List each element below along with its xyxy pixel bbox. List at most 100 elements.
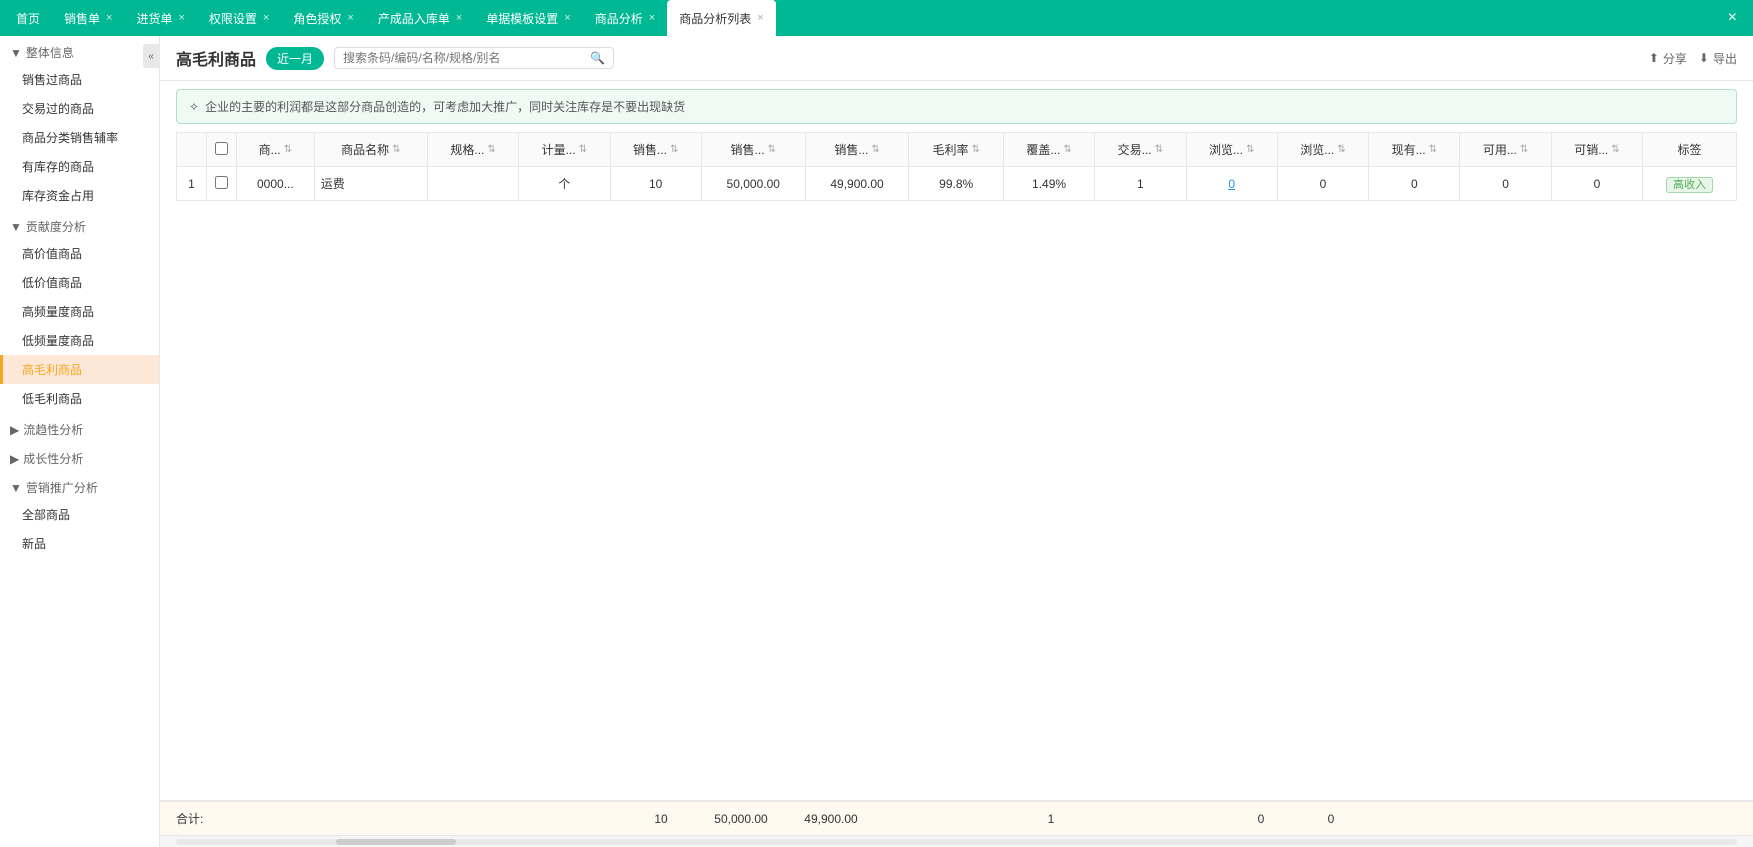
close-role-tab[interactable]: × [347, 12, 353, 24]
sidebar-item-low-freq[interactable]: 低频量度商品 [0, 326, 159, 355]
search-box: 🔍 [334, 47, 614, 69]
sort-available-icon[interactable]: ⇅ [1520, 144, 1528, 155]
header-actions: ⬆ 分享 ⬇ 导出 [1649, 50, 1737, 67]
close-analysis-list-tab[interactable]: × [757, 12, 763, 24]
th-checkbox [207, 133, 237, 167]
group-overall-arrow: ▼ [10, 46, 22, 60]
close-sales-tab[interactable]: × [106, 12, 112, 24]
nav-role-permission[interactable]: 角色授权 × [281, 0, 365, 36]
horizontal-scrollbar[interactable] [160, 835, 1753, 847]
cell-trade-count: 1 [1095, 167, 1186, 201]
th-unit: 计量... ⇅ [519, 133, 610, 167]
footer-sales-amt: 50,000.00 [696, 812, 786, 826]
nav-purchase[interactable]: 进货单 × [124, 0, 196, 36]
table-row: 1 0000... 运费 个 10 50,000.00 49,900.00 99… [177, 167, 1737, 201]
sort-sellable-icon[interactable]: ⇅ [1611, 144, 1619, 155]
th-margin-rate: 毛利率 ⇅ [909, 133, 1003, 167]
th-available: 可用... ⇅ [1460, 133, 1551, 167]
sort-marginrate-icon[interactable]: ⇅ [971, 144, 979, 155]
close-window-button[interactable]: × [1716, 9, 1749, 27]
cell-sellable: 0 [1551, 167, 1642, 201]
share-button[interactable]: ⬆ 分享 [1649, 50, 1687, 67]
info-icon: ✧ [189, 100, 199, 114]
sort-name-icon[interactable]: ⇅ [392, 144, 400, 155]
group-growth-arrow: ▶ [10, 452, 19, 466]
cell-num: 1 [177, 167, 207, 201]
th-code: 商... ⇅ [237, 133, 315, 167]
sort-currentstock-icon[interactable]: ⇅ [1429, 144, 1437, 155]
nav-home[interactable]: 首页 [4, 0, 52, 36]
cell-coverage: 1.49% [1003, 167, 1094, 201]
search-input[interactable] [343, 51, 590, 65]
main-area: « ▼ 整体信息 销售过商品 交易过的商品 商品分类销售辅率 有库存的商品 库存… [0, 36, 1753, 847]
sort-salesamt-icon[interactable]: ⇅ [768, 144, 776, 155]
sort-salesqty-icon[interactable]: ⇅ [670, 144, 678, 155]
sort-unit-icon[interactable]: ⇅ [579, 144, 587, 155]
export-button[interactable]: ⬇ 导出 [1699, 50, 1737, 67]
sidebar-item-low-margin[interactable]: 低毛利商品 [0, 384, 159, 413]
sidebar-item-high-value[interactable]: 高价值商品 [0, 239, 159, 268]
search-icon[interactable]: 🔍 [590, 51, 605, 65]
sidebar: « ▼ 整体信息 销售过商品 交易过的商品 商品分类销售辅率 有库存的商品 库存… [0, 36, 160, 847]
cell-current-stock: 0 [1369, 167, 1460, 201]
sort-salesprofit-icon[interactable]: ⇅ [871, 144, 879, 155]
sidebar-group-marketing[interactable]: ▼ 营销推广分析 [0, 471, 159, 500]
sidebar-item-high-freq[interactable]: 高频量度商品 [0, 297, 159, 326]
data-table: 商... ⇅ 商品名称 ⇅ 规格... [176, 132, 1737, 201]
group-trend-arrow: ▶ [10, 423, 19, 437]
sidebar-group-wealth[interactable]: ▼ 贡献度分析 [0, 210, 159, 239]
nav-product-analysis[interactable]: 商品分析 × [583, 0, 667, 36]
close-purchase-tab[interactable]: × [178, 12, 184, 24]
sort-browse2-icon[interactable]: ⇅ [1337, 144, 1345, 155]
table-body: 1 0000... 运费 个 10 50,000.00 49,900.00 99… [177, 167, 1737, 201]
cell-margin-rate: 99.8% [909, 167, 1003, 201]
sidebar-group-growth[interactable]: ▶ 成长性分析 [0, 442, 159, 471]
th-trade-count: 交易... ⇅ [1095, 133, 1186, 167]
close-product-import-tab[interactable]: × [456, 12, 462, 24]
sidebar-item-sales-goods[interactable]: 销售过商品 [0, 65, 159, 94]
nav-template-settings[interactable]: 单据模板设置 × [474, 0, 582, 36]
footer-sales-qty: 10 [626, 812, 696, 826]
scrollbar-thumb[interactable] [336, 839, 456, 845]
sidebar-collapse-button[interactable]: « [143, 44, 159, 68]
th-sales-qty: 销售... ⇅ [610, 133, 701, 167]
footer-trade-count: 1 [1016, 812, 1086, 826]
close-template-tab[interactable]: × [564, 12, 570, 24]
sort-code-icon[interactable]: ⇅ [284, 144, 292, 155]
sort-browse1-icon[interactable]: ⇅ [1246, 144, 1254, 155]
sidebar-group-overall[interactable]: ▼ 整体信息 [0, 36, 159, 65]
sidebar-item-in-stock[interactable]: 有库存的商品 [0, 152, 159, 181]
close-analysis-tab[interactable]: × [649, 12, 655, 24]
th-coverage: 覆盖... ⇅ [1003, 133, 1094, 167]
close-permission-tab[interactable]: × [263, 12, 269, 24]
sidebar-group-trend[interactable]: ▶ 流趋性分析 [0, 413, 159, 442]
nav-product-import[interactable]: 产成品入库单 × [366, 0, 474, 36]
sidebar-item-new-goods[interactable]: 新品 [0, 529, 159, 558]
th-browse2: 浏览... ⇅ [1277, 133, 1368, 167]
select-all-checkbox[interactable] [215, 142, 228, 155]
footer-total-label: 合计: [176, 810, 256, 827]
nav-product-analysis-list[interactable]: 商品分析列表 × [667, 0, 775, 36]
share-icon: ⬆ [1649, 51, 1659, 65]
th-spec: 规格... ⇅ [427, 133, 518, 167]
content-area: 高毛利商品 近一月 🔍 ⬆ 分享 ⬇ 导出 ✧ 企业的主要的利润都是这部分商品创… [160, 36, 1753, 847]
sort-coverage-icon[interactable]: ⇅ [1063, 144, 1071, 155]
info-banner: ✧ 企业的主要的利润都是这部分商品创造的，可考虑加大推广，同时关注库存是不要出现… [176, 89, 1737, 124]
table-footer: 合计: 10 50,000.00 49,900.00 1 0 0 [160, 800, 1753, 835]
nav-sales[interactable]: 销售单 × [52, 0, 124, 36]
sidebar-item-high-margin[interactable]: 高毛利商品 [0, 355, 159, 384]
cell-browse1[interactable]: 0 [1186, 167, 1277, 201]
sidebar-item-all-goods[interactable]: 全部商品 [0, 500, 159, 529]
group-marketing-arrow: ▼ [10, 481, 22, 495]
sort-tradecount-icon[interactable]: ⇅ [1155, 144, 1163, 155]
sidebar-item-goods-analysis[interactable]: 商品分类销售辅率 [0, 123, 159, 152]
sidebar-item-stock-capital[interactable]: 库存资金占用 [0, 181, 159, 210]
sort-spec-icon[interactable]: ⇅ [487, 144, 495, 155]
nav-permission-settings[interactable]: 权限设置 × [197, 0, 281, 36]
cell-tag: 高收入 [1643, 167, 1737, 201]
sidebar-item-low-value[interactable]: 低价值商品 [0, 268, 159, 297]
filter-recent-month[interactable]: 近一月 [266, 47, 324, 70]
cell-checkbox[interactable] [207, 167, 237, 201]
content-header: 高毛利商品 近一月 🔍 ⬆ 分享 ⬇ 导出 [160, 36, 1753, 81]
sidebar-item-traded-goods[interactable]: 交易过的商品 [0, 94, 159, 123]
